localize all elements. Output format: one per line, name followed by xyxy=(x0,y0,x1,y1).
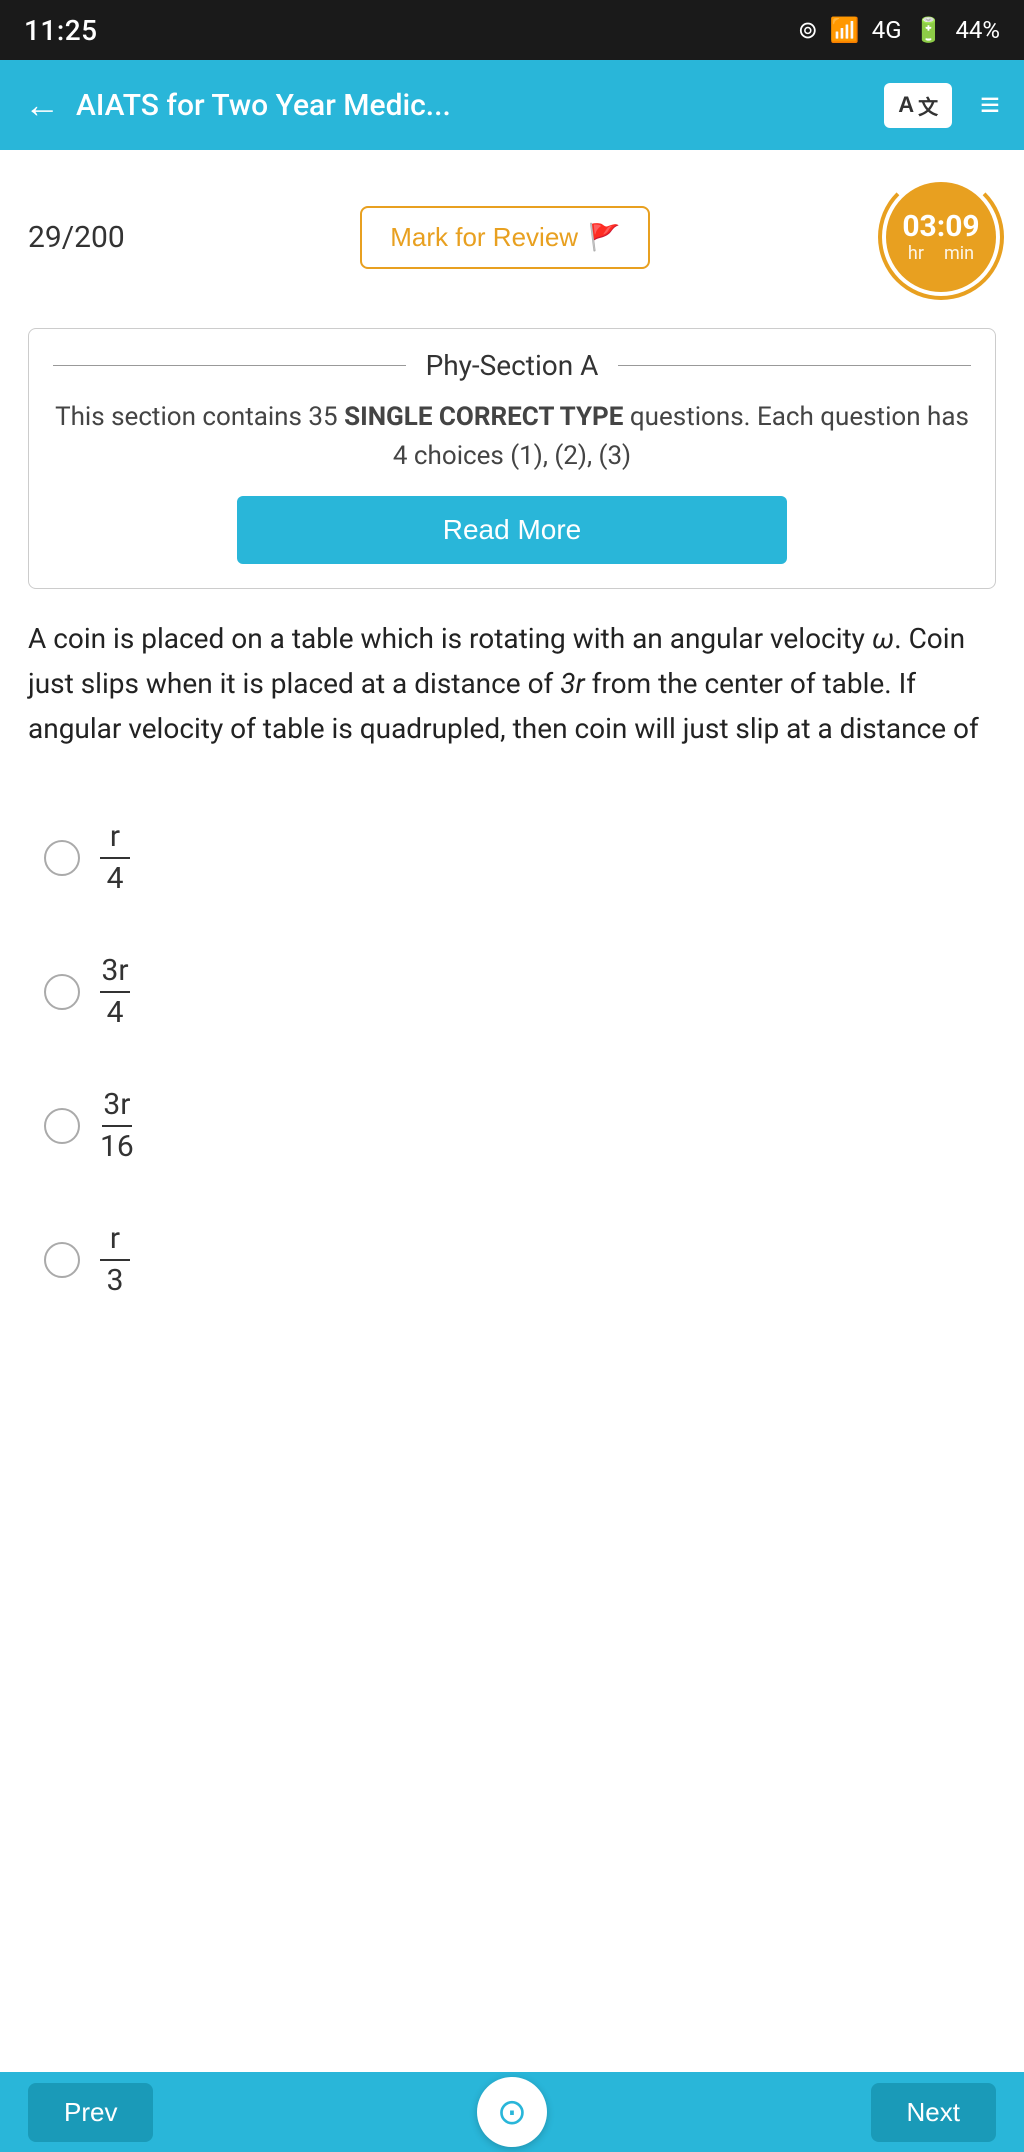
option-item: r 4 xyxy=(28,791,996,925)
numerator-2: 3r xyxy=(100,953,130,993)
fraction-1: r 4 xyxy=(100,819,130,897)
question-text: A coin is placed on a table which is rot… xyxy=(28,617,996,751)
denominator-4: 3 xyxy=(100,1261,130,1299)
fraction-4: r 3 xyxy=(100,1221,130,1299)
section-name: Phy-Section A xyxy=(418,349,607,382)
battery-icon: 🔋 xyxy=(914,16,944,44)
home-icon: ⊙ xyxy=(497,2091,527,2133)
option-label-4: r 3 xyxy=(100,1221,130,1299)
timer-minutes: 09 xyxy=(945,209,979,244)
option-item: r 3 xyxy=(28,1193,996,1327)
option-radio-3[interactable] xyxy=(44,1108,80,1144)
status-icons: ⊚ 📶 4G 🔋 44% xyxy=(798,16,1000,44)
numerator-3: 3r xyxy=(102,1087,132,1127)
bottom-nav: Prev ⊙ Next xyxy=(0,2072,1024,2152)
translate-a-label: A xyxy=(898,92,914,118)
timer-labels: hr min xyxy=(908,243,974,264)
section-description: This section contains 35 SINGLE CORRECT … xyxy=(53,398,971,476)
timer-circle: 03:09 hr min xyxy=(886,182,996,292)
denominator-1: 4 xyxy=(100,859,130,897)
signal-icon: 📶 xyxy=(830,16,860,44)
option-radio-4[interactable] xyxy=(44,1242,80,1278)
min-label: min xyxy=(944,243,974,264)
option-item: 3r 16 xyxy=(28,1059,996,1193)
option-radio-1[interactable] xyxy=(44,840,80,876)
next-button[interactable]: Next xyxy=(871,2083,996,2142)
section-card: Phy-Section A This section contains 35 S… xyxy=(28,328,996,589)
question-number: 29/200 xyxy=(28,220,125,255)
battery-level: 44% xyxy=(955,16,1000,44)
status-bar: 11:25 ⊚ 📶 4G 🔋 44% xyxy=(0,0,1024,60)
signal-strength: 4G xyxy=(872,16,902,44)
nav-title: AIATS for Two Year Medic... xyxy=(76,88,868,123)
fraction-2: 3r 4 xyxy=(100,953,130,1031)
home-button[interactable]: ⊙ xyxy=(477,2077,547,2147)
section-title-wrapper: Phy-Section A xyxy=(53,349,971,382)
numerator-4: r xyxy=(100,1221,130,1261)
wifi-icon: ⊚ xyxy=(798,16,818,44)
distance-3r: 3r xyxy=(560,667,584,700)
omega-symbol: ω xyxy=(872,622,894,655)
back-button[interactable]: ← xyxy=(24,84,60,126)
prev-button[interactable]: Prev xyxy=(28,2083,153,2142)
mark-review-label: Mark for Review xyxy=(390,222,578,253)
option-item: 3r 4 xyxy=(28,925,996,1059)
fraction-3: 3r 16 xyxy=(100,1087,134,1165)
mark-review-button[interactable]: Mark for Review 🚩 xyxy=(360,206,650,269)
options-list: r 4 3r 4 3r 16 xyxy=(28,791,996,1327)
main-content: 29/200 Mark for Review 🚩 03:09 hr min Ph… xyxy=(0,150,1024,2150)
bold-text: SINGLE CORRECT TYPE xyxy=(344,402,623,432)
hr-label: hr xyxy=(908,243,924,264)
section-title-line: Phy-Section A xyxy=(53,349,971,382)
option-label-3: 3r 16 xyxy=(100,1087,134,1165)
read-more-button[interactable]: Read More xyxy=(237,496,788,564)
question-header: 29/200 Mark for Review 🚩 03:09 hr min xyxy=(28,174,996,300)
translate-button[interactable]: A 文 xyxy=(884,83,952,128)
option-radio-2[interactable] xyxy=(44,974,80,1010)
timer-hours: 03 xyxy=(902,209,936,244)
flag-icon: 🚩 xyxy=(588,222,620,253)
timer-display: 03:09 xyxy=(902,210,979,243)
status-time: 11:25 xyxy=(24,14,98,47)
nav-bar: ← AIATS for Two Year Medic... A 文 ≡ xyxy=(0,60,1024,150)
translate-zh-label: 文 xyxy=(918,91,938,120)
denominator-3: 16 xyxy=(100,1127,134,1165)
denominator-2: 4 xyxy=(100,993,130,1031)
option-label-2: 3r 4 xyxy=(100,953,130,1031)
menu-button[interactable]: ≡ xyxy=(980,85,1000,125)
option-label-1: r 4 xyxy=(100,819,130,897)
numerator-1: r xyxy=(100,819,130,859)
